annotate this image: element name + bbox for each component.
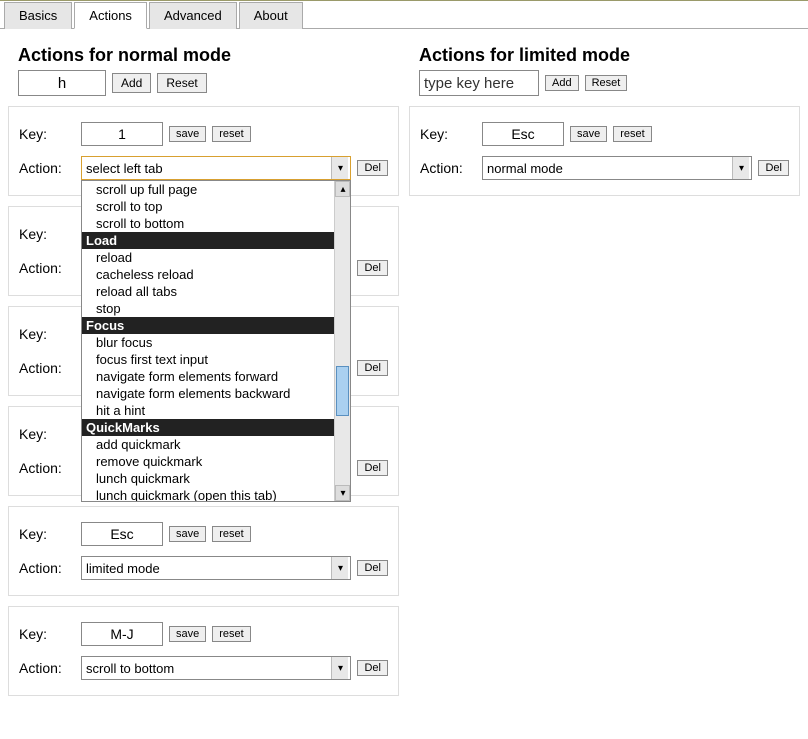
key-label: Key: <box>19 226 81 242</box>
scroll-thumb[interactable] <box>336 366 349 416</box>
tab-advanced[interactable]: Advanced <box>149 2 237 29</box>
delete-button[interactable]: Del <box>357 660 388 676</box>
dropdown-item[interactable]: remove quickmark <box>82 453 350 470</box>
dropdown-group: Load <box>82 232 350 249</box>
normal-reset-button[interactable]: Reset <box>157 73 206 93</box>
dropdown-item[interactable]: navigate form elements backward <box>82 385 350 402</box>
reset-button[interactable]: reset <box>613 126 651 142</box>
save-button[interactable]: save <box>169 526 206 542</box>
tab-bar: Basics Actions Advanced About <box>0 0 808 29</box>
dropdown-item[interactable]: add quickmark <box>82 436 350 453</box>
dropdown-item[interactable]: cacheless reload <box>82 266 350 283</box>
normal-new-key-input[interactable] <box>18 70 106 96</box>
normal-entry: Key: save reset Action:scroll to bottom Del <box>8 606 399 696</box>
key-label: Key: <box>420 126 482 142</box>
dropdown-group: QuickMarks <box>82 419 350 436</box>
limited-new-key-input[interactable] <box>419 70 539 96</box>
scroll-up-icon[interactable]: ▴ <box>335 181 350 197</box>
tab-basics[interactable]: Basics <box>4 2 72 29</box>
normal-heading: Actions for normal mode <box>18 45 399 66</box>
reset-button[interactable]: reset <box>212 526 250 542</box>
tab-actions[interactable]: Actions <box>74 2 147 29</box>
key-label: Key: <box>19 326 81 342</box>
action-select[interactable]: limited mode <box>81 556 351 580</box>
action-select[interactable]: scroll to bottom <box>81 656 351 680</box>
limited-heading: Actions for limited mode <box>419 45 800 66</box>
dropdown-item[interactable]: stop <box>82 300 350 317</box>
dropdown-item[interactable]: scroll to bottom <box>82 215 350 232</box>
save-button[interactable]: save <box>169 626 206 642</box>
reset-button[interactable]: reset <box>212 626 250 642</box>
delete-button[interactable]: Del <box>357 160 388 176</box>
key-field[interactable] <box>81 622 163 646</box>
key-field[interactable] <box>81 522 163 546</box>
action-label: Action: <box>19 360 81 376</box>
dropdown-item[interactable]: lunch quickmark (open this tab) <box>82 487 350 501</box>
action-label: Action: <box>420 160 482 176</box>
action-label: Action: <box>19 260 81 276</box>
delete-button[interactable]: Del <box>357 460 388 476</box>
key-field[interactable] <box>482 122 564 146</box>
key-label: Key: <box>19 626 81 642</box>
key-label: Key: <box>19 126 81 142</box>
limited-add-button[interactable]: Add <box>545 75 579 91</box>
dropdown-item[interactable]: blur focus <box>82 334 350 351</box>
dropdown-item[interactable]: scroll up full page <box>82 181 350 198</box>
normal-add-button[interactable]: Add <box>112 73 151 93</box>
action-label: Action: <box>19 160 81 176</box>
dropdown-item[interactable]: reload all tabs <box>82 283 350 300</box>
delete-button[interactable]: Del <box>357 560 388 576</box>
dropdown-item[interactable]: scroll to top <box>82 198 350 215</box>
delete-button[interactable]: Del <box>357 260 388 276</box>
dropdown-item[interactable]: lunch quickmark <box>82 470 350 487</box>
action-dropdown-popup: scroll up full pagescroll to topscroll t… <box>81 180 351 502</box>
key-field[interactable] <box>81 122 163 146</box>
dropdown-item[interactable]: hit a hint <box>82 402 350 419</box>
dropdown-item[interactable]: reload <box>82 249 350 266</box>
dropdown-group: Focus <box>82 317 350 334</box>
reset-button[interactable]: reset <box>212 126 250 142</box>
action-select[interactable]: normal mode <box>482 156 752 180</box>
delete-button[interactable]: Del <box>357 360 388 376</box>
scroll-down-icon[interactable]: ▾ <box>335 485 350 501</box>
action-label: Action: <box>19 660 81 676</box>
save-button[interactable]: save <box>169 126 206 142</box>
delete-button[interactable]: Del <box>758 160 789 176</box>
action-select[interactable]: select left tab <box>81 156 351 180</box>
save-button[interactable]: save <box>570 126 607 142</box>
tab-about[interactable]: About <box>239 2 303 29</box>
limited-entry: Key: save reset Action:normal mode Del <box>409 106 800 196</box>
normal-entry: Key: save reset Action:limited mode Del <box>8 506 399 596</box>
key-label: Key: <box>19 426 81 442</box>
dropdown-item[interactable]: focus first text input <box>82 351 350 368</box>
action-label: Action: <box>19 460 81 476</box>
limited-reset-button[interactable]: Reset <box>585 75 628 91</box>
dropdown-item[interactable]: navigate form elements forward <box>82 368 350 385</box>
limited-mode-column: Actions for limited mode Add Reset Key: s… <box>409 35 800 706</box>
dropdown-scrollbar[interactable]: ▴▾ <box>334 181 350 501</box>
action-label: Action: <box>19 560 81 576</box>
normal-mode-column: Actions for normal mode Add Reset Key: sa… <box>8 35 399 706</box>
normal-entry: Key: save reset Action:select left tabscrol… <box>8 106 399 196</box>
key-label: Key: <box>19 526 81 542</box>
